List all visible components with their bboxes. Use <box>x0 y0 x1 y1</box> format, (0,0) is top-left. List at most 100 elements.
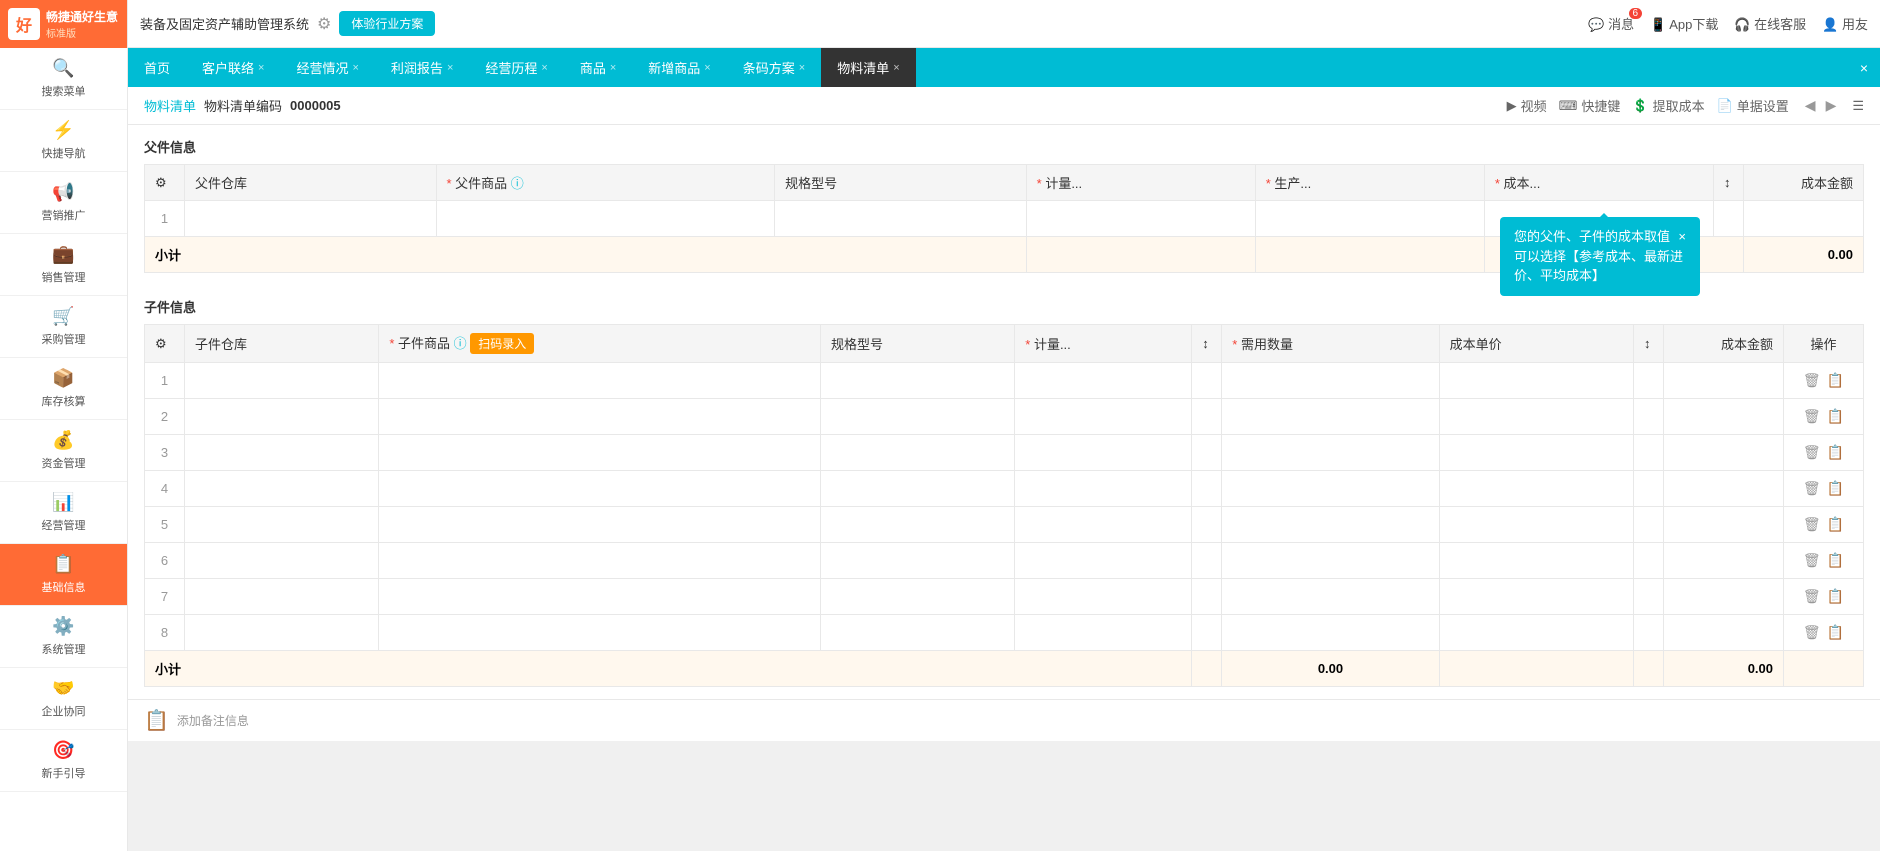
tab-product[interactable]: 商品 × <box>564 48 632 87</box>
breadcrumb-parent[interactable]: 物料清单 <box>144 96 196 115</box>
sidebar-item-sales[interactable]: 💼 销售管理 <box>0 234 127 296</box>
tab-customer-close[interactable]: × <box>258 62 264 74</box>
child-row-6-unit-cost[interactable] <box>1439 543 1633 579</box>
child-row-5-spec[interactable] <box>820 507 1014 543</box>
delete-icon-5[interactable]: 🗑 <box>1803 516 1821 533</box>
sidebar-item-collab[interactable]: 🤝 企业协同 <box>0 668 127 730</box>
sidebar-item-purchase[interactable]: 🛒 采购管理 <box>0 296 127 358</box>
tab-bom-close[interactable]: × <box>893 62 899 74</box>
child-row-5-qty[interactable] <box>1015 507 1192 543</box>
parent-col-more[interactable]: ↕ <box>1714 165 1744 201</box>
tab-new-product-close[interactable]: × <box>704 62 710 74</box>
child-row-4-spec[interactable] <box>820 471 1014 507</box>
tab-profit[interactable]: 利润报告 × <box>375 48 469 87</box>
child-col-settings[interactable]: ⚙ <box>145 325 185 363</box>
tooltip-close-btn[interactable]: × <box>1678 227 1686 247</box>
child-row-4-qty[interactable] <box>1015 471 1192 507</box>
delete-icon-3[interactable]: 🗑 <box>1803 444 1821 461</box>
child-row-6-product[interactable] <box>379 543 821 579</box>
parent-row-1-production[interactable] <box>1255 201 1484 237</box>
child-row-1-unit-cost[interactable] <box>1439 363 1633 399</box>
child-row-4-need-qty[interactable] <box>1222 471 1439 507</box>
child-row-3-spec[interactable] <box>820 435 1014 471</box>
sidebar-item-basic[interactable]: 📋 基础信息 <box>0 544 127 606</box>
copy-icon-5[interactable]: 📋 <box>1827 516 1844 533</box>
scan-btn[interactable]: 扫码录入 <box>470 333 534 354</box>
copy-icon-4[interactable]: 📋 <box>1827 480 1844 497</box>
child-row-5-unit-cost[interactable] <box>1439 507 1633 543</box>
child-row-7-need-qty[interactable] <box>1222 579 1439 615</box>
sidebar-item-operations[interactable]: 📊 经营管理 <box>0 482 127 544</box>
parent-row-1-warehouse[interactable] <box>185 201 437 237</box>
tab-history[interactable]: 经营历程 × <box>469 48 563 87</box>
grid-view-btn[interactable]: ☰ <box>1852 98 1864 114</box>
child-row-2-need-qty[interactable] <box>1222 399 1439 435</box>
parent-col-settings[interactable]: ⚙ <box>145 165 185 201</box>
delete-icon-2[interactable]: 🗑 <box>1803 408 1821 425</box>
sidebar-item-quicknav[interactable]: ⚡ 快捷导航 <box>0 110 127 172</box>
child-row-8-spec[interactable] <box>820 615 1014 651</box>
child-row-2-product[interactable] <box>379 399 821 435</box>
child-row-1-qty[interactable] <box>1015 363 1192 399</box>
arrow-left-icon[interactable]: ◀ <box>1801 95 1820 116</box>
copy-icon-8[interactable]: 📋 <box>1827 624 1844 641</box>
settings-gear-icon[interactable]: ⚙ <box>317 14 331 34</box>
extract-cost-btn[interactable]: 💲 提取成本 <box>1632 96 1704 115</box>
child-row-8-unit-cost[interactable] <box>1439 615 1633 651</box>
child-row-8-warehouse[interactable] <box>185 615 379 651</box>
child-row-1-need-qty[interactable] <box>1222 363 1439 399</box>
single-settings-btn[interactable]: 📄 单据设置 <box>1717 96 1789 115</box>
child-row-6-spec[interactable] <box>820 543 1014 579</box>
child-row-2-warehouse[interactable] <box>185 399 379 435</box>
child-row-8-product[interactable] <box>379 615 821 651</box>
child-row-7-product[interactable] <box>379 579 821 615</box>
delete-icon-7[interactable]: 🗑 <box>1803 588 1821 605</box>
delete-icon-4[interactable]: 🗑 <box>1803 480 1821 497</box>
message-item[interactable]: 💬 6 消息 <box>1588 14 1634 33</box>
copy-icon-7[interactable]: 📋 <box>1827 588 1844 605</box>
tab-customer[interactable]: 客户联络 × <box>186 48 280 87</box>
tab-product-close[interactable]: × <box>610 62 616 74</box>
child-row-5-product[interactable] <box>379 507 821 543</box>
child-row-3-warehouse[interactable] <box>185 435 379 471</box>
child-row-6-need-qty[interactable] <box>1222 543 1439 579</box>
close-all-btn[interactable]: × <box>1848 50 1880 86</box>
child-row-3-product[interactable] <box>379 435 821 471</box>
child-row-2-unit-cost[interactable] <box>1439 399 1633 435</box>
tab-barcode[interactable]: 条码方案 × <box>727 48 821 87</box>
child-row-3-qty[interactable] <box>1015 435 1192 471</box>
parent-row-1-spec[interactable] <box>775 201 1027 237</box>
tab-barcode-close[interactable]: × <box>799 62 805 74</box>
child-row-2-spec[interactable] <box>820 399 1014 435</box>
tab-new-product[interactable]: 新增商品 × <box>632 48 726 87</box>
delete-icon-1[interactable]: 🗑 <box>1803 372 1821 389</box>
child-row-3-need-qty[interactable] <box>1222 435 1439 471</box>
tab-bom[interactable]: 物料清单 × <box>821 48 915 87</box>
copy-icon-1[interactable]: 📋 <box>1827 372 1844 389</box>
child-row-5-warehouse[interactable] <box>185 507 379 543</box>
child-row-1-spec[interactable] <box>820 363 1014 399</box>
child-row-8-need-qty[interactable] <box>1222 615 1439 651</box>
sidebar-item-guide[interactable]: 🎯 新手引导 <box>0 730 127 792</box>
child-row-5-need-qty[interactable] <box>1222 507 1439 543</box>
copy-icon-3[interactable]: 📋 <box>1827 444 1844 461</box>
tab-home[interactable]: 首页 <box>128 48 186 87</box>
child-row-4-warehouse[interactable] <box>185 471 379 507</box>
tab-profit-close[interactable]: × <box>447 62 453 74</box>
child-row-7-qty[interactable] <box>1015 579 1192 615</box>
note-icon[interactable]: 📋 <box>144 708 169 733</box>
sidebar-item-marketing[interactable]: 📢 营销推广 <box>0 172 127 234</box>
view-btn[interactable]: ▶ 视频 <box>1507 96 1547 115</box>
child-row-6-qty[interactable] <box>1015 543 1192 579</box>
delete-icon-6[interactable]: 🗑 <box>1803 552 1821 569</box>
user-item[interactable]: 👤 用友 <box>1822 14 1868 33</box>
child-row-3-unit-cost[interactable] <box>1439 435 1633 471</box>
child-row-4-unit-cost[interactable] <box>1439 471 1633 507</box>
arrow-right-icon[interactable]: ▶ <box>1822 95 1841 116</box>
child-row-4-product[interactable] <box>379 471 821 507</box>
copy-icon-2[interactable]: 📋 <box>1827 408 1844 425</box>
child-row-8-qty[interactable] <box>1015 615 1192 651</box>
trial-button[interactable]: 体验行业方案 <box>339 11 435 36</box>
child-col-more2[interactable]: ↕ <box>1634 325 1664 363</box>
parent-row-1-product[interactable] <box>436 201 775 237</box>
